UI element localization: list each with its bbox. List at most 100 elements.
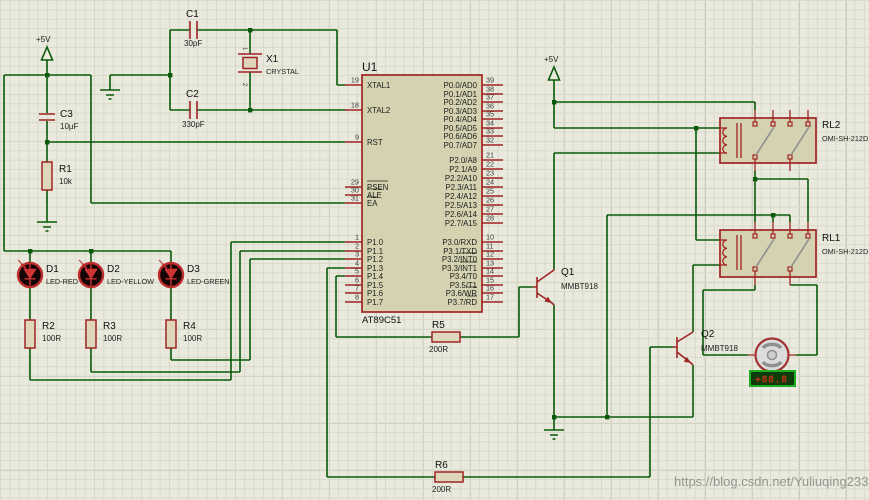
pin-number: 33 xyxy=(486,127,494,136)
schematic-canvas[interactable]: +5V +5V C3 10µF C1 30pF C2 330pF X1 CRYS… xyxy=(0,0,869,500)
transistor-q2[interactable]: Q2 MMBT918 xyxy=(673,329,738,366)
component-ref: R1 xyxy=(59,164,72,175)
pin-label: RST xyxy=(367,138,383,147)
mcu-u1[interactable]: U1 AT89C51 XTAL1 XTAL2 RST PSEN ALE EA P… xyxy=(345,60,503,326)
component-value: MMBT918 xyxy=(701,344,738,353)
component-value: LED-YELLOW xyxy=(107,277,154,286)
component-value: MMBT918 xyxy=(561,282,598,291)
schematic-layer: +5V +5V C3 10µF C1 30pF C2 330pF X1 CRYS… xyxy=(3,9,868,494)
component-ref: C3 xyxy=(60,109,73,120)
component-ref: D3 xyxy=(187,264,200,275)
power-label: +5V xyxy=(36,35,51,44)
component-ref: R5 xyxy=(432,320,445,331)
motor[interactable]: +88.8 xyxy=(748,337,796,387)
power-5v-right[interactable]: +5V xyxy=(544,55,561,81)
relay-rl1[interactable]: RL1 OMI-SH-212D xyxy=(719,222,868,285)
component-value: 100R xyxy=(103,334,122,343)
pin-label: P0.7/AD7 xyxy=(444,141,477,150)
pin-number: 22 xyxy=(486,160,494,169)
pin-label: P2.4/A12 xyxy=(445,192,477,201)
component-value: 200R xyxy=(429,345,448,354)
pin-number: 9 xyxy=(355,133,359,142)
pin-label: P3.0/RXD xyxy=(442,238,477,247)
emitter-arrow-icon xyxy=(544,296,552,303)
component-ref: R2 xyxy=(42,321,55,332)
pin-label: XTAL1 xyxy=(367,81,390,90)
pin-label: P2.7/A15 xyxy=(445,219,478,228)
crystal-x1[interactable]: X1 CRYSTAL 1 2 xyxy=(238,47,299,87)
pin-number: 23 xyxy=(486,169,494,178)
pin-number: 32 xyxy=(486,136,494,145)
ground-symbol-left[interactable] xyxy=(37,221,57,232)
pin-number: 1 xyxy=(355,233,359,242)
component-ref: R3 xyxy=(103,321,116,332)
component-value: 330pF xyxy=(182,120,205,129)
relay-rl2[interactable]: RL2 OMI-SH-212D xyxy=(719,110,868,171)
pin-number: 21 xyxy=(486,151,494,160)
pin-number: 12 xyxy=(486,250,494,259)
component-ref: X1 xyxy=(266,54,279,65)
component-ref: D2 xyxy=(107,264,120,275)
pin-label: P1.4 xyxy=(367,272,384,281)
component-ref: D1 xyxy=(46,264,59,275)
transistor-q1[interactable]: Q1 MMBT918 xyxy=(533,267,598,306)
led-d1[interactable]: D1 LED-RED xyxy=(16,259,78,289)
pin-number: 24 xyxy=(486,178,494,187)
resistor-r6[interactable]: R6 200R xyxy=(432,460,464,494)
resistor-r2[interactable]: R2 100R xyxy=(24,319,61,349)
resistor-r4[interactable]: R4 100R xyxy=(165,319,202,349)
component-ref: C2 xyxy=(186,89,199,100)
component-value: OMI-SH-212D xyxy=(822,247,868,256)
component-value: 10k xyxy=(59,177,73,186)
led-d3[interactable]: D3 LED-GREEN xyxy=(157,259,230,289)
pin-label: P3.6/WR xyxy=(446,289,478,298)
pin-label: P2.6/A14 xyxy=(445,210,478,219)
pin-label: P0.4/AD4 xyxy=(444,115,478,124)
ground-symbol-crystal[interactable] xyxy=(100,89,120,100)
pin-number: 28 xyxy=(486,214,494,223)
component-ref: RL2 xyxy=(822,120,841,131)
pin-number: 37 xyxy=(486,93,494,102)
pin-label: P2.1/A9 xyxy=(449,165,477,174)
pin-label: P1.6 xyxy=(367,289,383,298)
capacitor-c2[interactable]: C2 330pF xyxy=(182,89,205,129)
pin-number: 39 xyxy=(486,76,494,85)
power-5v-left[interactable]: +5V xyxy=(36,35,54,61)
pin-label: EA xyxy=(367,199,378,208)
component-value: OMI-SH-212D xyxy=(822,134,868,143)
resistor-r3[interactable]: R3 100R xyxy=(85,319,122,349)
component-value: 100R xyxy=(42,334,61,343)
component-ref: Q2 xyxy=(701,329,715,340)
resistor-r1[interactable]: R1 10k xyxy=(41,161,73,191)
pin-label: P1.0 xyxy=(367,238,384,247)
pin-label: P1.2 xyxy=(367,255,383,264)
pin-number: 1 xyxy=(241,47,247,51)
power-label: +5V xyxy=(544,55,559,64)
component-ref: Q1 xyxy=(561,267,575,278)
led-d2[interactable]: D2 LED-YELLOW xyxy=(77,259,154,289)
ground-symbol-main[interactable] xyxy=(544,429,564,440)
pin-label: P0.2/AD2 xyxy=(444,98,477,107)
component-ref: C1 xyxy=(186,9,199,20)
component-ref: R4 xyxy=(183,321,196,332)
watermark: https://blog.csdn.net/Yuliuqing233 xyxy=(674,474,869,489)
resistor-r5[interactable]: R5 200R xyxy=(429,320,461,354)
component-value: CRYSTAL xyxy=(266,67,299,76)
component-value: LED-GREEN xyxy=(187,277,230,286)
pin-number: 35 xyxy=(486,110,494,119)
component-value: 100R xyxy=(183,334,202,343)
pin-number: 31 xyxy=(351,194,359,203)
pin-number: 10 xyxy=(486,233,494,242)
pin-number: 18 xyxy=(351,101,359,110)
pin-label: P3.7/RD xyxy=(448,298,478,307)
capacitor-c3[interactable]: C3 10µF xyxy=(39,109,79,131)
pin-label: P0.6/AD6 xyxy=(444,132,477,141)
component-ref: R6 xyxy=(435,460,448,471)
pin-label: P1.7 xyxy=(367,298,383,307)
pin-label: P2.0/A8 xyxy=(449,156,477,165)
capacitor-c1[interactable]: C1 30pF xyxy=(184,9,202,48)
pin-label: XTAL2 xyxy=(367,106,390,115)
component-ref: RL1 xyxy=(822,233,841,244)
power-arrow-icon xyxy=(40,44,54,61)
component-value: 10µF xyxy=(60,122,79,131)
